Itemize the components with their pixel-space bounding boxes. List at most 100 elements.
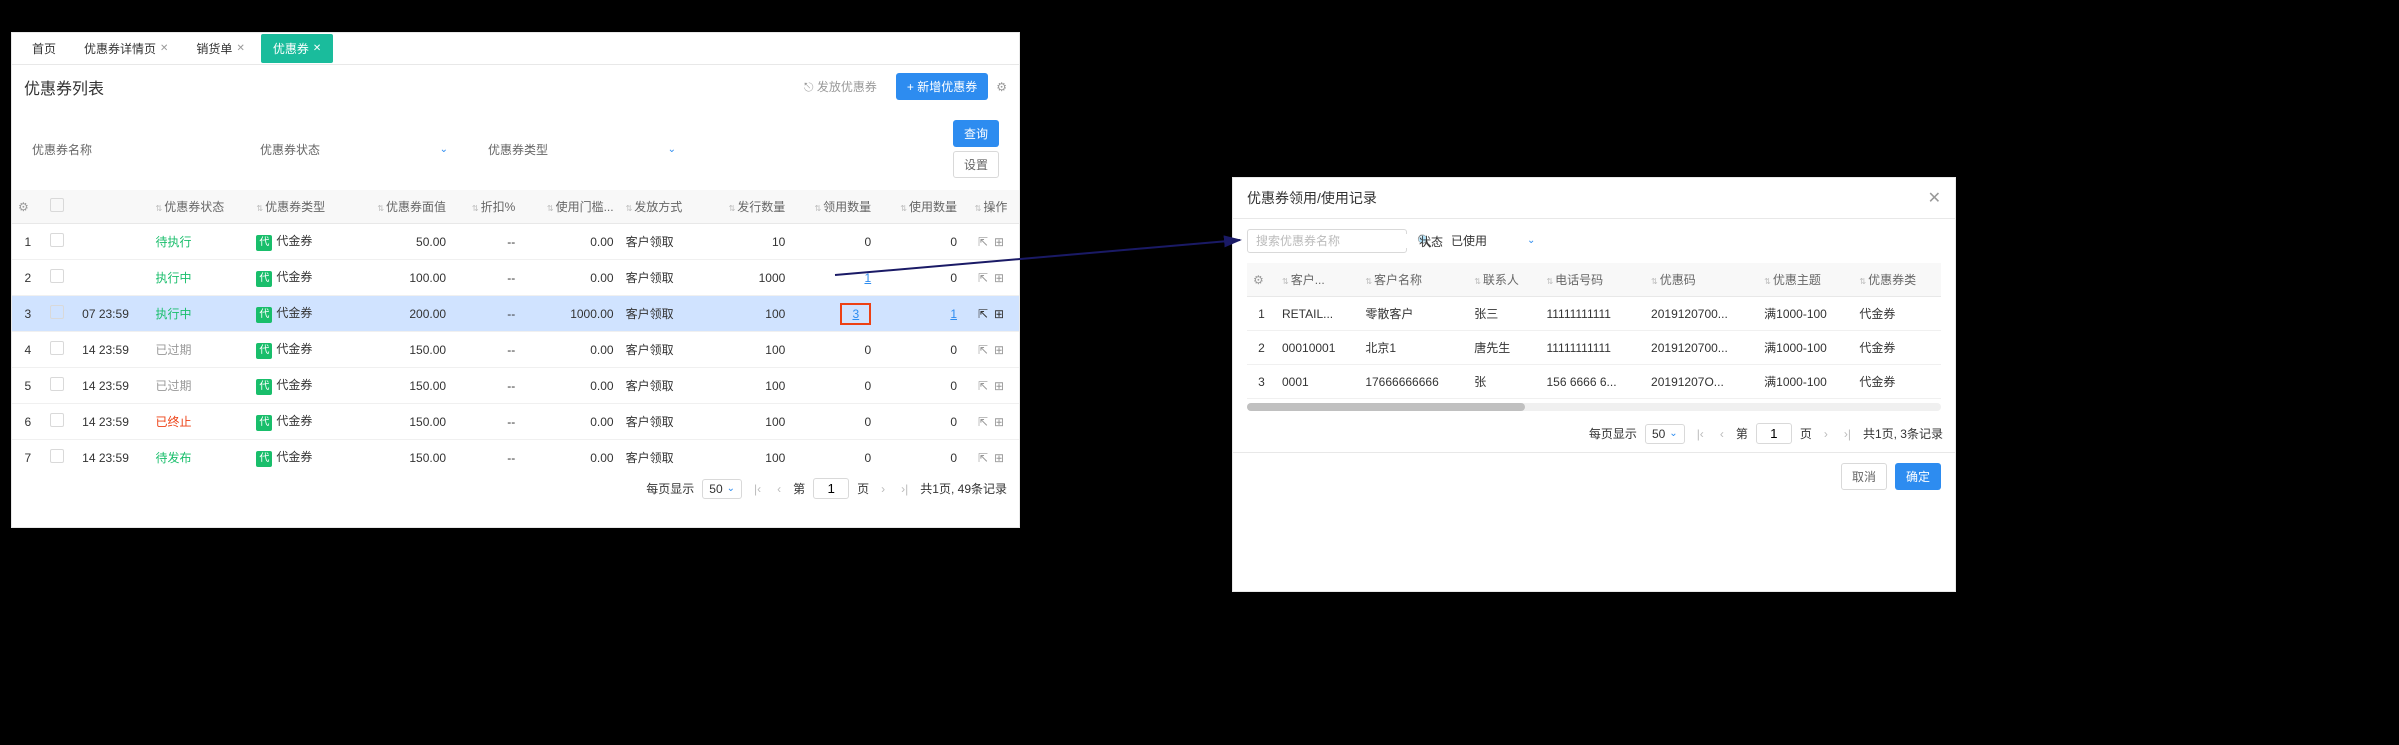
column-header[interactable]: ⚙ <box>1247 263 1276 297</box>
row-checkbox[interactable] <box>50 449 64 463</box>
column-header[interactable]: ⇅优惠券状态 <box>150 190 251 224</box>
column-header[interactable]: ⇅客户名称 <box>1359 263 1468 297</box>
column-header[interactable]: ⇅优惠码 <box>1645 263 1758 297</box>
sort-icon[interactable]: ⇅ <box>729 204 736 213</box>
gear-icon[interactable]: ⚙ <box>18 200 29 214</box>
filter-name-input[interactable] <box>100 139 220 159</box>
table-row[interactable]: 414 23:59已过期代代金券150.00--0.00客户领取10000⇱⊞ <box>12 332 1019 368</box>
column-header[interactable]: ⇅优惠券面值 <box>351 190 452 224</box>
use-count-link[interactable]: 1 <box>950 307 957 321</box>
column-header[interactable]: ⇅优惠券类型 <box>250 190 351 224</box>
row-checkbox[interactable] <box>50 341 64 355</box>
table-row[interactable]: 3000117666666666张156 6666 6...20191207O.… <box>1247 365 1941 399</box>
close-icon[interactable]: ✕ <box>236 43 244 54</box>
table-row[interactable]: 514 23:59已过期代代金券150.00--0.00客户领取10000⇱⊞ <box>12 368 1019 404</box>
per-page-select[interactable]: 50⌄ <box>702 479 742 499</box>
sort-icon[interactable]: ⇅ <box>626 204 633 213</box>
column-header[interactable]: ⇅折扣% <box>452 190 521 224</box>
column-header[interactable]: ⚙ <box>12 190 44 224</box>
table-row[interactable]: 714 23:59待发布代代金券150.00--0.00客户领取10000⇱⊞ <box>12 440 1019 471</box>
sort-icon[interactable]: ⇅ <box>472 204 479 213</box>
column-header[interactable]: ⇅优惠券类 <box>1853 263 1941 297</box>
gear-icon[interactable]: ⚙ <box>1253 273 1264 287</box>
settings-button[interactable]: 设置 <box>953 151 999 178</box>
sort-icon[interactable]: ⇅ <box>1859 277 1866 286</box>
add-coupon-button[interactable]: + 新增优惠券 <box>896 73 988 100</box>
table-row[interactable]: 200010001北京1唐先生111111111112019120700...满… <box>1247 331 1941 365</box>
horizontal-scrollbar[interactable] <box>1247 403 1941 411</box>
table-row[interactable]: 1RETAIL...零散客户张三111111111112019120700...… <box>1247 297 1941 331</box>
table-row[interactable]: 307 23:59执行中代代金券200.00--1000.00客户领取10031… <box>12 296 1019 332</box>
column-header[interactable]: ⇅使用数量 <box>877 190 963 224</box>
table-row[interactable]: 2执行中代代金券100.00--0.00客户领取100010⇱⊞ <box>12 260 1019 296</box>
sort-icon[interactable]: ⇅ <box>1651 277 1658 286</box>
column-header[interactable] <box>76 190 149 224</box>
table-row[interactable]: 1待执行代代金券50.00--0.00客户领取1000⇱⊞ <box>12 224 1019 260</box>
column-header[interactable]: ⇅发行数量 <box>705 190 791 224</box>
distribute-button[interactable]: ⎋ 发放优惠券 <box>793 73 888 100</box>
column-header[interactable]: ⇅客户... <box>1276 263 1359 297</box>
sort-icon[interactable]: ⇅ <box>1474 277 1481 286</box>
sort-icon[interactable]: ⇅ <box>256 204 263 213</box>
qr-icon[interactable]: ⊞ <box>994 307 1004 321</box>
first-page-button[interactable]: |‹ <box>1693 425 1708 443</box>
row-checkbox[interactable] <box>50 233 64 247</box>
row-checkbox[interactable] <box>50 305 64 319</box>
confirm-button[interactable]: 确定 <box>1895 463 1941 490</box>
share-icon[interactable]: ⇱ <box>978 307 988 321</box>
filter-status-select[interactable]: ⌄ <box>328 144 448 155</box>
column-header[interactable]: ⇅电话号码 <box>1540 263 1645 297</box>
qr-icon[interactable]: ⊞ <box>994 235 1004 249</box>
row-checkbox[interactable] <box>50 413 64 427</box>
close-icon[interactable]: ✕ <box>313 43 321 54</box>
sort-icon[interactable]: ⇅ <box>156 204 163 213</box>
sort-icon[interactable]: ⇅ <box>1764 277 1771 286</box>
last-page-button[interactable]: ›| <box>897 480 912 498</box>
claim-count-link[interactable]: 3 <box>840 303 871 325</box>
qr-icon[interactable]: ⊞ <box>994 271 1004 285</box>
column-header[interactable]: ⇅使用门槛... <box>521 190 619 224</box>
page-input[interactable] <box>813 478 849 499</box>
column-header[interactable]: ⇅联系人 <box>1468 263 1540 297</box>
filter-type-select[interactable]: ⌄ <box>556 144 676 155</box>
column-header[interactable]: ⇅领用数量 <box>791 190 877 224</box>
column-header[interactable]: ⇅优惠主题 <box>1758 263 1853 297</box>
last-page-button[interactable]: ›| <box>1840 425 1855 443</box>
prev-page-button[interactable]: ‹ <box>773 480 785 498</box>
sort-icon[interactable]: ⇅ <box>1282 277 1289 286</box>
tab-coupon[interactable]: 优惠券✕ <box>261 34 333 63</box>
row-checkbox[interactable] <box>50 377 64 391</box>
prev-page-button[interactable]: ‹ <box>1716 425 1728 443</box>
share-icon[interactable]: ⇱ <box>978 271 988 285</box>
sort-icon[interactable]: ⇅ <box>1365 277 1372 286</box>
sort-icon[interactable]: ⇅ <box>1546 277 1553 286</box>
next-page-button[interactable]: › <box>877 480 889 498</box>
tab-sales-order[interactable]: 销货单✕ <box>184 34 256 63</box>
row-checkbox[interactable] <box>50 269 64 283</box>
first-page-button[interactable]: |‹ <box>750 480 765 498</box>
select-all-checkbox[interactable] <box>50 198 64 212</box>
close-icon[interactable]: ✕ <box>160 43 168 54</box>
settings-icon[interactable]: ⚙ <box>996 80 1007 94</box>
close-icon[interactable]: ✕ <box>1928 188 1941 208</box>
tab-coupon-detail[interactable]: 优惠券详情页✕ <box>72 34 180 63</box>
column-header[interactable]: ⇅操作 <box>963 190 1019 224</box>
claim-count-link[interactable]: 1 <box>864 271 871 285</box>
next-page-button[interactable]: › <box>1820 425 1832 443</box>
sort-icon[interactable]: ⇅ <box>547 204 554 213</box>
table-row[interactable]: 614 23:59已终止代代金券150.00--0.00客户领取10000⇱⊞ <box>12 404 1019 440</box>
cancel-button[interactable]: 取消 <box>1841 463 1887 490</box>
share-icon[interactable]: ⇱ <box>978 235 988 249</box>
search-input[interactable] <box>1256 234 1411 248</box>
status-select[interactable]: 已使用 ⌄ <box>1451 232 1535 250</box>
query-button[interactable]: 查询 <box>953 120 999 147</box>
column-header[interactable] <box>44 190 76 224</box>
tab-home[interactable]: 首页 <box>20 34 68 63</box>
column-header[interactable]: ⇅发放方式 <box>620 190 706 224</box>
sort-icon[interactable]: ⇅ <box>814 204 821 213</box>
sort-icon[interactable]: ⇅ <box>900 204 907 213</box>
per-page-select[interactable]: 50⌄ <box>1645 424 1685 444</box>
page-input[interactable] <box>1756 423 1792 444</box>
sort-icon[interactable]: ⇅ <box>377 204 384 213</box>
sort-icon[interactable]: ⇅ <box>975 204 982 213</box>
